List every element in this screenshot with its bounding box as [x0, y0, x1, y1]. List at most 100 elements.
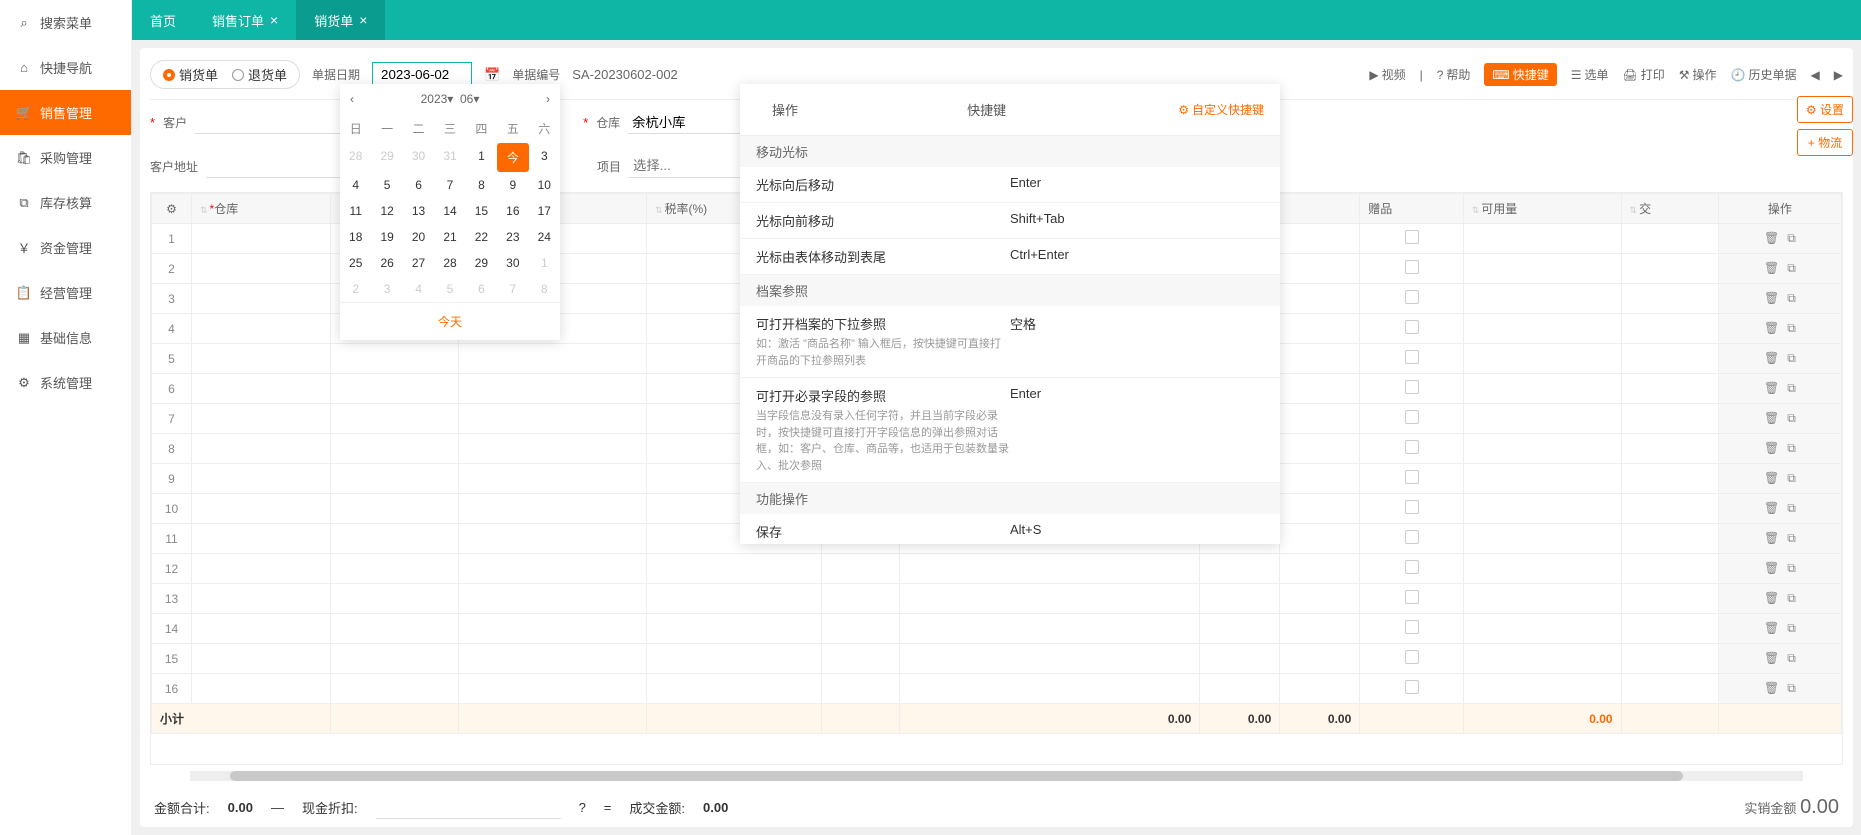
cal-today-button[interactable]: 今天: [340, 302, 560, 340]
checkbox[interactable]: [1405, 560, 1419, 574]
cal-day[interactable]: 4: [340, 172, 371, 198]
delete-icon[interactable]: 🗑: [1764, 471, 1779, 486]
cal-day[interactable]: 29: [466, 250, 497, 276]
close-icon[interactable]: ×: [270, 12, 278, 28]
tab-sales-order[interactable]: 销售订单×: [194, 0, 296, 40]
select-button[interactable]: ☰选单: [1571, 66, 1609, 83]
custom-shortcut-button[interactable]: ⚙自定义快捷键: [1178, 101, 1264, 118]
delete-icon[interactable]: 🗑: [1764, 291, 1779, 306]
calendar-icon[interactable]: 📅: [484, 67, 500, 83]
sidebar-item-purchase[interactable]: 🛍采购管理: [0, 135, 131, 180]
cal-day[interactable]: 17: [529, 198, 560, 224]
cal-day[interactable]: 27: [403, 250, 434, 276]
cal-day[interactable]: 16: [497, 198, 528, 224]
cal-day[interactable]: 19: [371, 224, 402, 250]
checkbox[interactable]: [1405, 290, 1419, 304]
checkbox[interactable]: [1405, 380, 1419, 394]
sidebar-item-search[interactable]: ⌕搜索菜单: [0, 0, 131, 45]
sidebar-item-system[interactable]: ⚙系统管理: [0, 360, 131, 405]
delete-icon[interactable]: 🗑: [1764, 321, 1779, 336]
prev-icon[interactable]: ◀: [1811, 68, 1820, 82]
cal-day[interactable]: 7: [497, 276, 528, 302]
cal-day[interactable]: 2: [340, 276, 371, 302]
radio-return[interactable]: 退货单: [232, 65, 287, 84]
checkbox[interactable]: [1405, 260, 1419, 274]
sidebar-item-quicknav[interactable]: ⌂快捷导航: [0, 45, 131, 90]
delete-icon[interactable]: 🗑: [1764, 411, 1779, 426]
delete-icon[interactable]: 🗑: [1764, 351, 1779, 366]
copy-icon[interactable]: ⧉: [1787, 621, 1796, 636]
cal-day[interactable]: 6: [466, 276, 497, 302]
delete-icon[interactable]: 🗑: [1764, 531, 1779, 546]
checkbox[interactable]: [1405, 680, 1419, 694]
copy-icon[interactable]: ⧉: [1787, 351, 1796, 366]
discount-input[interactable]: [376, 795, 561, 819]
copy-icon[interactable]: ⧉: [1787, 321, 1796, 336]
delete-icon[interactable]: 🗑: [1764, 441, 1779, 456]
delete-icon[interactable]: 🗑: [1764, 681, 1779, 696]
delete-icon[interactable]: 🗑: [1764, 261, 1779, 276]
cal-day[interactable]: 8: [466, 172, 497, 198]
copy-icon[interactable]: ⧉: [1787, 441, 1796, 456]
copy-icon[interactable]: ⧉: [1787, 471, 1796, 486]
print-button[interactable]: 🖨打印: [1623, 66, 1665, 83]
cal-day[interactable]: 7: [434, 172, 465, 198]
checkbox[interactable]: [1405, 470, 1419, 484]
checkbox[interactable]: [1405, 530, 1419, 544]
sidebar-item-inventory[interactable]: ⧉库存核算: [0, 180, 131, 225]
delete-icon[interactable]: 🗑: [1764, 381, 1779, 396]
cal-day[interactable]: 28: [434, 250, 465, 276]
cal-day[interactable]: 10: [529, 172, 560, 198]
delete-icon[interactable]: 🗑: [1764, 561, 1779, 576]
copy-icon[interactable]: ⧉: [1787, 651, 1796, 666]
logistics-button[interactable]: + 物流: [1797, 129, 1853, 156]
cal-day[interactable]: 3: [529, 143, 560, 172]
cal-day[interactable]: 8: [529, 276, 560, 302]
sidebar-item-business[interactable]: 📋经营管理: [0, 270, 131, 315]
copy-icon[interactable]: ⧉: [1787, 561, 1796, 576]
cal-day[interactable]: 29: [371, 143, 402, 172]
checkbox[interactable]: [1405, 320, 1419, 334]
shortcut-button[interactable]: ⌨快捷键: [1484, 63, 1556, 86]
tab-home[interactable]: 首页: [132, 0, 194, 40]
operate-button[interactable]: ⚒操作: [1679, 66, 1717, 83]
cal-day[interactable]: 22: [466, 224, 497, 250]
gear-header[interactable]: ⚙: [152, 194, 192, 224]
cal-day[interactable]: 1: [466, 143, 497, 172]
checkbox[interactable]: [1405, 410, 1419, 424]
cal-day[interactable]: 30: [403, 143, 434, 172]
cal-day[interactable]: 今: [497, 143, 528, 172]
copy-icon[interactable]: ⧉: [1787, 501, 1796, 516]
cal-day[interactable]: 25: [340, 250, 371, 276]
cal-day[interactable]: 20: [403, 224, 434, 250]
checkbox[interactable]: [1405, 440, 1419, 454]
cal-day[interactable]: 15: [466, 198, 497, 224]
copy-icon[interactable]: ⧉: [1787, 261, 1796, 276]
table-row[interactable]: 14🗑⧉: [152, 614, 1842, 644]
copy-icon[interactable]: ⧉: [1787, 231, 1796, 246]
table-row[interactable]: 15🗑⧉: [152, 644, 1842, 674]
cal-day[interactable]: 5: [371, 172, 402, 198]
cal-day[interactable]: 3: [371, 276, 402, 302]
sidebar-item-sales[interactable]: 🛒销售管理: [0, 90, 131, 135]
cal-day[interactable]: 24: [529, 224, 560, 250]
copy-icon[interactable]: ⧉: [1787, 531, 1796, 546]
cal-day[interactable]: 28: [340, 143, 371, 172]
cal-day[interactable]: 26: [371, 250, 402, 276]
cal-day[interactable]: 31: [434, 143, 465, 172]
tab-delivery[interactable]: 销货单×: [296, 0, 385, 40]
cal-day[interactable]: 4: [403, 276, 434, 302]
copy-icon[interactable]: ⧉: [1787, 591, 1796, 606]
copy-icon[interactable]: ⧉: [1787, 381, 1796, 396]
help-icon[interactable]: ?: [579, 800, 586, 815]
checkbox[interactable]: [1405, 620, 1419, 634]
sidebar-item-funds[interactable]: ￥资金管理: [0, 225, 131, 270]
delete-icon[interactable]: 🗑: [1764, 651, 1779, 666]
cal-day[interactable]: 14: [434, 198, 465, 224]
cal-day[interactable]: 6: [403, 172, 434, 198]
delete-icon[interactable]: 🗑: [1764, 501, 1779, 516]
delete-icon[interactable]: 🗑: [1764, 621, 1779, 636]
copy-icon[interactable]: ⧉: [1787, 681, 1796, 696]
checkbox[interactable]: [1405, 230, 1419, 244]
table-row[interactable]: 13🗑⧉: [152, 584, 1842, 614]
